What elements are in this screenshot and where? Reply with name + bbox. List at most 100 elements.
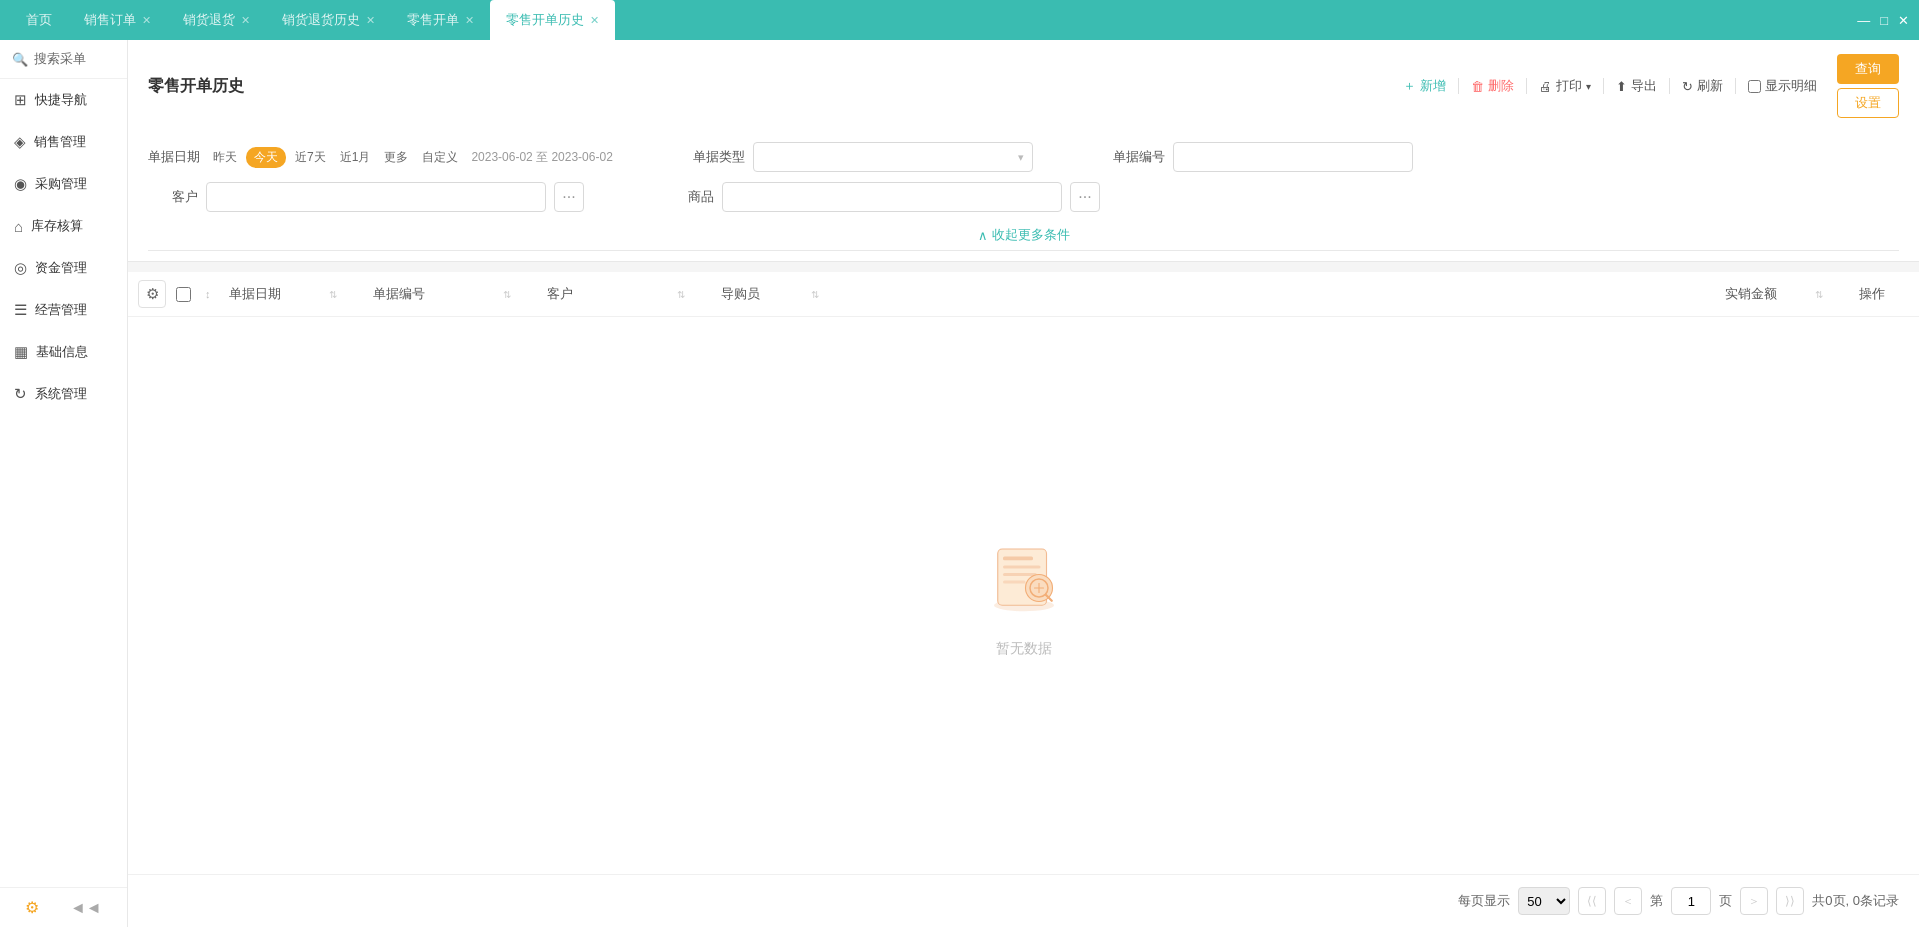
date-shortcut-today[interactable]: 今天 <box>246 147 286 168</box>
filter-customer-item: 客户 ··· <box>148 182 584 212</box>
sidebar-item-basic-info[interactable]: ▦ 基础信息 <box>0 331 127 373</box>
show-detail-checkbox[interactable] <box>1748 80 1761 93</box>
collapse-row: ∧ 收起更多条件 <box>148 222 1899 250</box>
refresh-label: 刷新 <box>1697 77 1723 95</box>
sidebar-item-sales-mgmt[interactable]: ◈ 销售管理 <box>0 121 127 163</box>
svg-rect-3 <box>1003 565 1041 568</box>
prev-page-button[interactable]: ＜ <box>1614 887 1642 915</box>
customer-ellipsis-button[interactable]: ··· <box>554 182 584 212</box>
sidebar-item-quick-nav-label: 快捷导航 <box>35 91 87 109</box>
first-page-button[interactable]: ⟨⟨ <box>1578 887 1606 915</box>
date-shortcut-custom[interactable]: 自定义 <box>417 147 463 168</box>
filter-customer-input[interactable] <box>206 182 546 212</box>
tab-home-label: 首页 <box>26 11 52 29</box>
toolbar-sep-1 <box>1458 78 1459 94</box>
sidebar-item-finance-mgmt[interactable]: ◎ 资金管理 <box>0 247 127 289</box>
filter-billtype-item: 单据类型 ▾ <box>693 142 1033 172</box>
sidebar: 🔍 搜索采单 ⊞ 快捷导航 ◈ 销售管理 ◉ 采购管理 ⌂ 库存核算 ◎ 资金管… <box>0 40 128 927</box>
collapse-label: 收起更多条件 <box>992 226 1070 244</box>
minimize-button[interactable]: — <box>1857 13 1870 28</box>
svg-rect-5 <box>1003 580 1026 583</box>
page-header: 零售开单历史 ＋ 新增 🗑 删除 🖨 打印 ▾ <box>128 40 1919 262</box>
filter-billno-item: 单据编号 <box>1113 142 1413 172</box>
sidebar-item-inventory[interactable]: ⌂ 库存核算 <box>0 205 127 247</box>
export-button[interactable]: ⬆ 导出 <box>1616 77 1657 95</box>
tab-sales-return-history-close[interactable]: ✕ <box>366 14 375 27</box>
sidebar-bottom: ⚙ ◄◄ <box>0 887 127 927</box>
tab-home[interactable]: 首页 <box>10 0 68 40</box>
filter-billno-input[interactable] <box>1173 142 1413 172</box>
sidebar-item-operations-mgmt-label: 经营管理 <box>35 301 87 319</box>
filter-divider <box>148 250 1899 251</box>
table-settings-button[interactable]: ⚙ <box>138 280 166 308</box>
svg-rect-4 <box>1003 573 1037 576</box>
new-button[interactable]: ＋ 新增 <box>1403 77 1446 95</box>
tab-sales-return[interactable]: 销货退货 ✕ <box>167 0 266 40</box>
sidebar-collapse-button[interactable]: ◄◄ <box>70 899 102 917</box>
finance-mgmt-icon: ◎ <box>14 259 27 277</box>
sidebar-item-quick-nav[interactable]: ⊞ 快捷导航 <box>0 79 127 121</box>
per-page-select[interactable]: 20 50 100 <box>1518 887 1570 915</box>
new-label: 新增 <box>1420 77 1446 95</box>
sidebar-item-operations-mgmt[interactable]: ☰ 经营管理 <box>0 289 127 331</box>
filter-customer-label: 客户 <box>148 188 198 206</box>
inventory-icon: ⌂ <box>14 218 23 235</box>
filter-billtype-label: 单据类型 <box>693 148 745 166</box>
empty-illustration <box>979 534 1069 624</box>
delete-button[interactable]: 🗑 删除 <box>1471 77 1514 95</box>
date-shortcut-yesterday[interactable]: 昨天 <box>208 147 242 168</box>
print-dropdown-icon: ▾ <box>1586 81 1591 92</box>
tab-retail-open[interactable]: 零售开单 ✕ <box>391 0 490 40</box>
sidebar-item-sys-mgmt[interactable]: ↻ 系统管理 <box>0 373 127 415</box>
print-icon: 🖨 <box>1539 79 1552 94</box>
select-all-checkbox[interactable] <box>176 287 191 302</box>
export-icon: ⬆ <box>1616 79 1627 94</box>
date-shortcut-7days[interactable]: 近7天 <box>290 147 331 168</box>
page-word-after: 页 <box>1719 892 1732 910</box>
tab-retail-open-history-close[interactable]: ✕ <box>590 14 599 27</box>
collapse-button[interactable]: ∧ 收起更多条件 <box>978 226 1070 244</box>
page-total-text: 共0页, 0条记录 <box>1812 892 1899 910</box>
col-date-label: 单据日期 <box>229 285 319 303</box>
maximize-button[interactable]: □ <box>1880 13 1888 28</box>
tab-retail-open-history[interactable]: 零售开单历史 ✕ <box>490 0 615 40</box>
col-salesperson-label: 导购员 <box>721 285 801 303</box>
filter-date-item: 单据日期 昨天 今天 近7天 近1月 更多 自定义 2023-06-02 至 2… <box>148 147 613 168</box>
tab-sales-return-close[interactable]: ✕ <box>241 14 250 27</box>
table-toolbar: ⚙ ↕ 单据日期 ⇅ 单据编号 ⇅ 客户 ⇅ 导购员 ⇅ 实销金额 ⇅ 操作 <box>128 272 1919 317</box>
last-page-button[interactable]: ⟩⟩ <box>1776 887 1804 915</box>
empty-state: 暂无数据 <box>128 317 1919 874</box>
next-page-button[interactable]: ＞ <box>1740 887 1768 915</box>
date-shortcut-1month[interactable]: 近1月 <box>335 147 376 168</box>
filter-goods-item: 商品 ··· <box>664 182 1100 212</box>
date-shortcuts: 昨天 今天 近7天 近1月 更多 自定义 <box>208 147 463 168</box>
toolbar-sep-2 <box>1526 78 1527 94</box>
goods-ellipsis-button[interactable]: ··· <box>1070 182 1100 212</box>
window-controls: — □ ✕ <box>1857 13 1909 28</box>
refresh-icon: ↻ <box>1682 79 1693 94</box>
refresh-button[interactable]: ↻ 刷新 <box>1682 77 1723 95</box>
col-no-label: 单据编号 <box>373 285 493 303</box>
collapse-chevron-icon: ∧ <box>978 228 988 243</box>
toolbar-sep-4 <box>1669 78 1670 94</box>
filter-goods-input[interactable] <box>722 182 1062 212</box>
filter-billtype-select[interactable]: ▾ <box>753 142 1033 172</box>
filter-row-1: 单据日期 昨天 今天 近7天 近1月 更多 自定义 2023-06-02 至 2… <box>148 142 1899 172</box>
page-word-before: 第 <box>1650 892 1663 910</box>
sidebar-settings-button[interactable]: ⚙ <box>25 898 39 917</box>
print-button[interactable]: 🖨 打印 ▾ <box>1539 77 1591 95</box>
sidebar-search[interactable]: 🔍 搜索采单 <box>0 40 127 79</box>
tab-retail-open-close[interactable]: ✕ <box>465 14 474 27</box>
query-button[interactable]: 查询 <box>1837 54 1899 84</box>
tab-sales-order-label: 销售订单 <box>84 11 136 29</box>
sidebar-item-purchase-mgmt[interactable]: ◉ 采购管理 <box>0 163 127 205</box>
page-number-input[interactable] <box>1671 887 1711 915</box>
close-button[interactable]: ✕ <box>1898 13 1909 28</box>
settings-button[interactable]: 设置 <box>1837 88 1899 118</box>
date-shortcut-more[interactable]: 更多 <box>379 147 413 168</box>
tab-sales-return-history[interactable]: 销货退货历史 ✕ <box>266 0 391 40</box>
page-title: 零售开单历史 <box>148 76 244 97</box>
tab-sales-order[interactable]: 销售订单 ✕ <box>68 0 167 40</box>
tab-sales-order-close[interactable]: ✕ <box>142 14 151 27</box>
show-detail-checkbox-wrapper[interactable]: 显示明细 <box>1748 77 1817 95</box>
